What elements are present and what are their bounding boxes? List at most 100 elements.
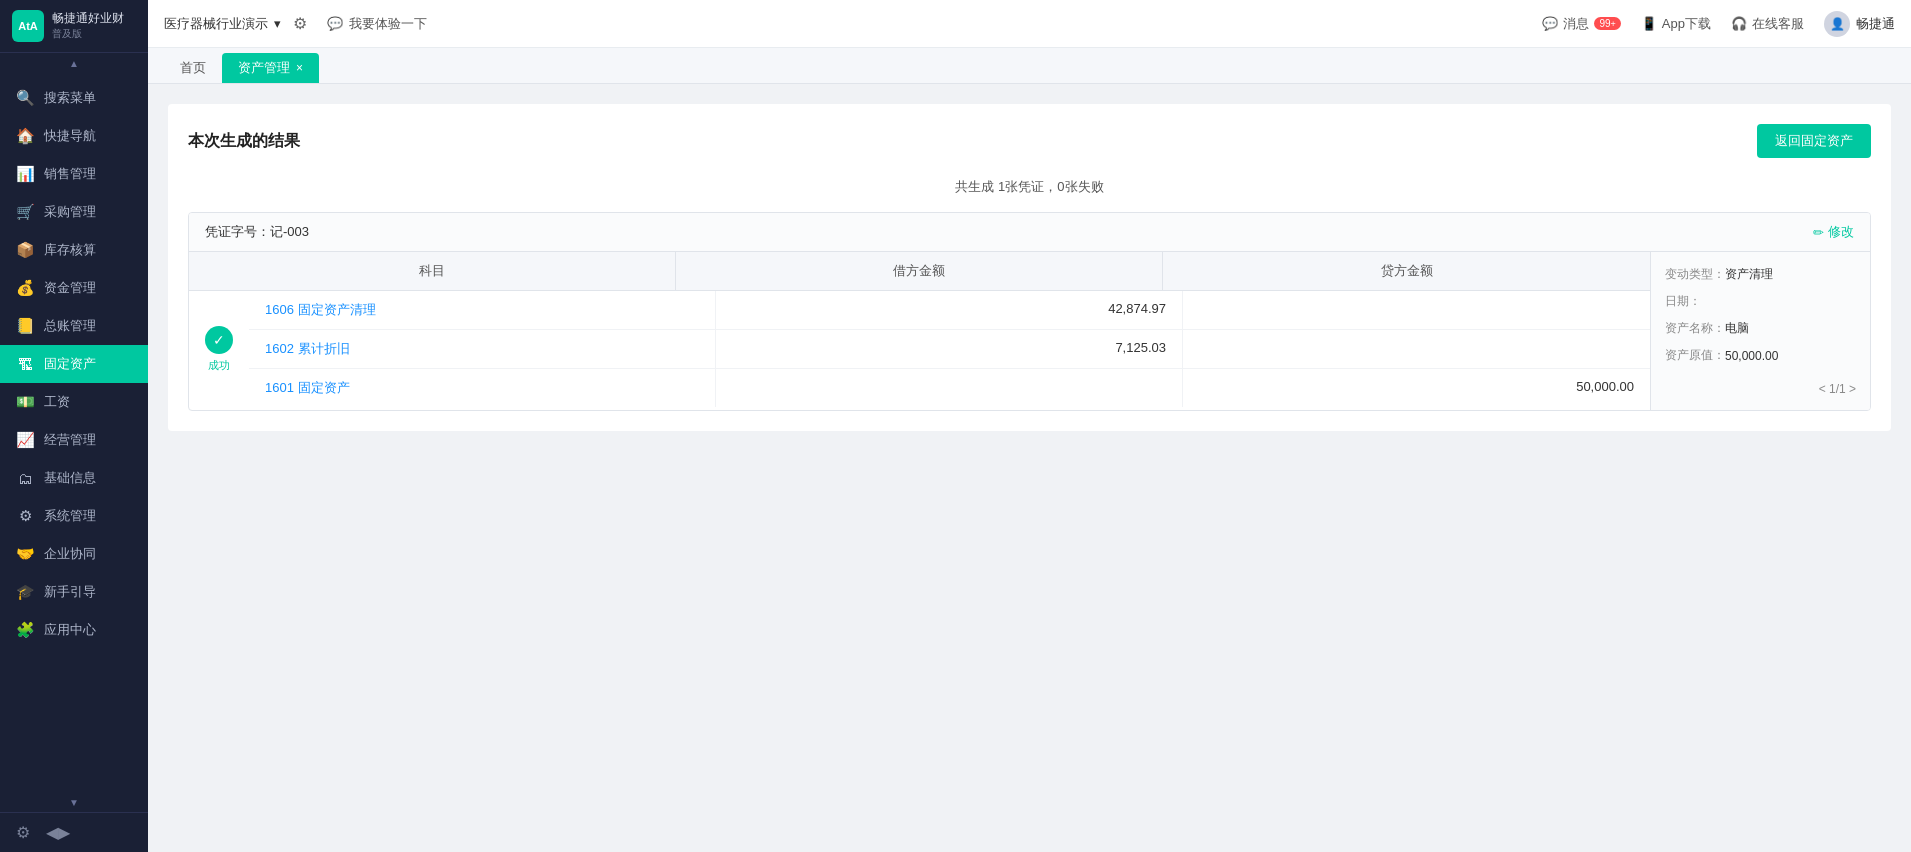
sidebar-item-经营管理[interactable]: 📈 经营管理 <box>0 421 148 459</box>
badge-plus: + <box>1611 19 1616 29</box>
logo-text: 畅捷通好业财 <box>52 11 124 27</box>
sidebar-item-系统管理[interactable]: ⚙ 系统管理 <box>0 497 148 535</box>
username: 畅捷通 <box>1856 15 1895 33</box>
col-credit: 贷方金额 <box>1163 252 1650 290</box>
date-label: 日期： <box>1665 293 1723 310</box>
logo-icon: AtA <box>12 10 44 42</box>
topbar-right: 💬 消息 99+ 📱 App下载 🎧 在线客服 👤 畅捷通 <box>1542 11 1895 37</box>
nav-icon-11: ⚙ <box>16 507 34 525</box>
sidebar-item-库存核算[interactable]: 📦 库存核算 <box>0 231 148 269</box>
sidebar-scroll-up[interactable]: ▲ <box>0 53 148 73</box>
nav-label-11: 系统管理 <box>44 507 96 525</box>
sidebar-item-固定资产[interactable]: 🏗固定资产 <box>0 345 148 383</box>
settings-icon[interactable]: ⚙ <box>293 14 307 33</box>
sidebar-item-企业协同[interactable]: 🤝 企业协同 <box>0 535 148 573</box>
nav-icon-12: 🤝 <box>16 545 34 563</box>
tab-首页[interactable]: 首页 <box>164 53 222 83</box>
voucher-no: 凭证字号：记-003 <box>205 223 309 241</box>
nav-label-1: 快捷导航 <box>44 127 96 145</box>
feedback-button[interactable]: 💬 我要体验一下 <box>327 15 427 33</box>
change-type-value: 资产清理 <box>1725 266 1773 283</box>
table-head: 科目 借方金额 贷方金额 <box>189 252 1650 291</box>
topbar: 医疗器械行业演示 ▾ ⚙ 💬 我要体验一下 💬 消息 99+ 📱 App下载 🎧… <box>148 0 1911 48</box>
sidebar-item-采购管理[interactable]: 🛒采购管理 <box>0 193 148 231</box>
sidebar-item-总账管理[interactable]: 📒总账管理 <box>0 307 148 345</box>
sidebar-item-搜索菜单[interactable]: 🔍搜索菜单 <box>0 79 148 117</box>
nav-label-12: 企业协同 <box>44 545 96 563</box>
cell-debit-0: 42,874.97 <box>716 291 1183 329</box>
voucher-side-info: 变动类型： 资产清理 日期： 资产名称： 电脑 资产原值： <box>1650 252 1870 410</box>
voucher-block: 凭证字号：记-003 ✏ 修改 科目 借方金额 贷方金额 <box>188 212 1871 411</box>
settings-bottom-icon[interactable]: ⚙ <box>16 823 30 842</box>
cell-subject-1: 1602 累计折旧 <box>249 330 716 368</box>
change-type-label: 变动类型： <box>1665 266 1725 283</box>
cell-subject-2: 1601 固定资产 <box>249 369 716 407</box>
message-icon: 💬 <box>1542 16 1558 31</box>
feedback-icon: 💬 <box>327 16 343 31</box>
col-subject: 科目 <box>189 252 676 290</box>
sidebar-scroll-down[interactable]: ▼ <box>0 792 148 812</box>
sidebar-item-新手引导[interactable]: 🎓新手引导 <box>0 573 148 611</box>
voucher-no-value: 记-003 <box>270 224 309 239</box>
result-card: 本次生成的结果 返回固定资产 共生成 1张凭证，0张失败 凭证字号：记-003 … <box>168 104 1891 431</box>
message-label: 消息 <box>1563 15 1589 33</box>
cell-debit-1: 7,125.03 <box>716 330 1183 368</box>
edit-icon: ✏ <box>1813 225 1824 240</box>
company-name: 医疗器械行业演示 <box>164 15 268 33</box>
table-row-group: ✓ 成功 1606 固定资产清理 42,874.97 1602 累计折旧 7,1… <box>189 291 1650 407</box>
table-row: 1601 固定资产 50,000.00 <box>249 369 1650 407</box>
page-title: 本次生成的结果 <box>188 131 300 152</box>
return-button[interactable]: 返回固定资产 <box>1757 124 1871 158</box>
result-summary: 共生成 1张凭证，0张失败 <box>188 178 1871 196</box>
feedback-label: 我要体验一下 <box>349 15 427 33</box>
success-icon: ✓ <box>205 326 233 354</box>
nav-icon-10: 🗂 <box>16 469 34 487</box>
nav-icon-2: 📊 <box>16 165 34 183</box>
side-original-value: 资产原值： 50,000.00 <box>1665 347 1856 364</box>
sidebar-bottom: ⚙ ◀▶ <box>0 812 148 852</box>
tab-资产管理[interactable]: 资产管理 × <box>222 53 319 83</box>
voucher-no-label: 凭证字号： <box>205 224 270 239</box>
side-date: 日期： <box>1665 293 1856 310</box>
sidebar-item-应用中心[interactable]: 🧩应用中心 <box>0 611 148 649</box>
side-change-type: 变动类型： 资产清理 <box>1665 266 1856 283</box>
nav-label-4: 库存核算 <box>44 241 96 259</box>
sidebar-item-销售管理[interactable]: 📊 销售管理 <box>0 155 148 193</box>
col-debit: 借方金额 <box>676 252 1163 290</box>
tabbar: 首页资产管理 × <box>148 48 1911 84</box>
tab-label-1: 资产管理 <box>238 59 290 77</box>
side-asset-name: 资产名称： 电脑 <box>1665 320 1856 337</box>
sidebar-item-快捷导航[interactable]: 🏠 快捷导航 <box>0 117 148 155</box>
edit-button[interactable]: ✏ 修改 <box>1813 223 1854 241</box>
nav-icon-14: 🧩 <box>16 621 34 639</box>
pagination[interactable]: < 1/1 > <box>1665 374 1856 396</box>
nav-icon-9: 📈 <box>16 431 34 449</box>
sidebar-item-基础信息[interactable]: 🗂 基础信息 <box>0 459 148 497</box>
message-badge: 99+ <box>1594 17 1620 30</box>
nav-label-2: 销售管理 <box>44 165 96 183</box>
result-header: 本次生成的结果 返回固定资产 <box>188 124 1871 158</box>
message-button[interactable]: 💬 消息 99+ <box>1542 15 1620 33</box>
online-service-button[interactable]: 🎧 在线客服 <box>1731 15 1804 33</box>
nav-label-9: 经营管理 <box>44 431 96 449</box>
app-download-button[interactable]: 📱 App下载 <box>1641 15 1711 33</box>
online-service-label: 在线客服 <box>1752 15 1804 33</box>
tab-close-1[interactable]: × <box>296 61 303 75</box>
page-content: 本次生成的结果 返回固定资产 共生成 1张凭证，0张失败 凭证字号：记-003 … <box>148 84 1911 852</box>
collapse-icon[interactable]: ◀▶ <box>46 823 70 842</box>
edit-label: 修改 <box>1828 223 1854 241</box>
company-selector[interactable]: 医疗器械行业演示 ▾ <box>164 15 281 33</box>
main-area: 医疗器械行业演示 ▾ ⚙ 💬 我要体验一下 💬 消息 99+ 📱 App下载 🎧… <box>148 0 1911 852</box>
asset-name-value: 电脑 <box>1725 320 1749 337</box>
sidebar-item-工资[interactable]: 💵工资 <box>0 383 148 421</box>
cell-credit-1 <box>1183 330 1650 368</box>
nav-label-10: 基础信息 <box>44 469 96 487</box>
nav-label-13: 新手引导 <box>44 583 96 601</box>
avatar: 👤 <box>1824 11 1850 37</box>
original-value-value: 50,000.00 <box>1725 349 1778 363</box>
nav-icon-4: 📦 <box>16 241 34 259</box>
user-menu[interactable]: 👤 畅捷通 <box>1824 11 1895 37</box>
nav-label-6: 总账管理 <box>44 317 96 335</box>
sidebar-item-资金管理[interactable]: 💰资金管理 <box>0 269 148 307</box>
nav-icon-1: 🏠 <box>16 127 34 145</box>
